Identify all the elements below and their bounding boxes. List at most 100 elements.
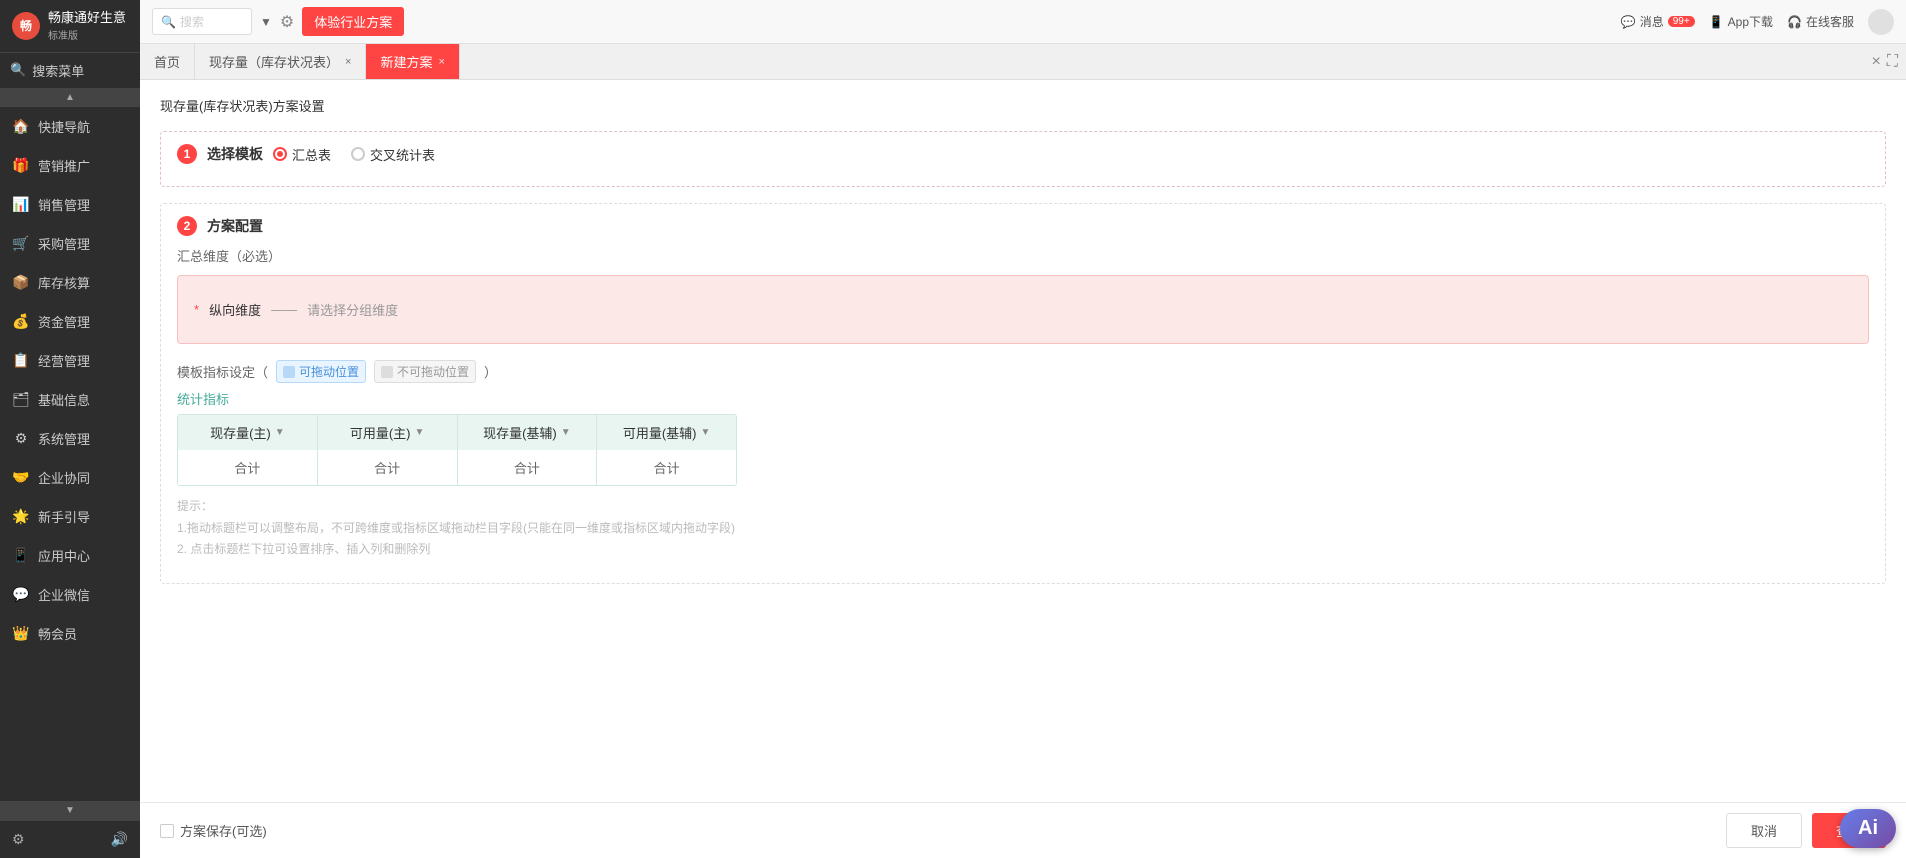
- stats-col-2-dropdown-icon[interactable]: ▼: [415, 427, 425, 438]
- sidebar-item-label: 库存核算: [38, 273, 90, 292]
- stats-col-1-dropdown-icon[interactable]: ▼: [275, 427, 285, 438]
- sidebar-item-finance[interactable]: 💰 资金管理: [0, 302, 140, 341]
- stats-col-2-label: 可用量(主): [350, 423, 411, 442]
- sidebar-item-label: 基础信息: [38, 390, 90, 409]
- tab-new-scheme[interactable]: 新建方案 ×: [366, 44, 459, 79]
- sidebar-item-basic[interactable]: 🗂 基础信息: [0, 380, 140, 419]
- sidebar-item-label: 系统管理: [38, 429, 90, 448]
- phone-icon: 📱: [12, 546, 30, 564]
- tab-new-scheme-close-icon[interactable]: ×: [438, 56, 444, 68]
- tip1: 1.拖动标题栏可以调整布局，不可跨维度或指标区域拖动栏目字段(只能在同一维度或指…: [177, 518, 1869, 540]
- sidebar: 畅 畅康通好生意 标准版 🔍 搜索菜单 ▲ 🏠 快捷导航 🎁 营销推广 📊 销售…: [0, 0, 140, 858]
- gift-icon: 🎁: [12, 156, 30, 174]
- dimension-box[interactable]: * 纵向维度 —— 请选择分组维度: [177, 275, 1869, 344]
- indicator-suffix: ）: [484, 362, 497, 381]
- tips-section: 提示： 1.拖动标题栏可以调整布局，不可跨维度或指标区域拖动栏目字段(只能在同一…: [177, 496, 1869, 561]
- radio-cross-label: 交叉统计表: [370, 145, 435, 164]
- tab-home[interactable]: 首页: [140, 44, 195, 79]
- topbar-dropdown-button[interactable]: ▼: [260, 15, 272, 29]
- sidebar-item-label: 营销推广: [38, 156, 90, 175]
- topbar-app-download[interactable]: 📱 App下载: [1709, 13, 1773, 30]
- sidebar-item-operations[interactable]: 📋 经营管理: [0, 341, 140, 380]
- sidebar-item-marketing[interactable]: 🎁 营销推广: [0, 146, 140, 185]
- dimension-section-label: 汇总维度（必选）: [177, 246, 1869, 265]
- tab-expand-button[interactable]: ⛶: [1887, 53, 1898, 71]
- folder-icon: 🗂: [12, 390, 30, 408]
- tab-inventory-close-icon[interactable]: ×: [345, 56, 351, 68]
- clipboard-icon: 📋: [12, 351, 30, 369]
- sidebar-search[interactable]: 🔍 搜索菜单: [0, 53, 140, 88]
- step1-badge: 1: [177, 144, 197, 164]
- stats-table: 现存量(主) ▼ 可用量(主) ▼ 现存量(基辅) ▼: [177, 414, 737, 486]
- sidebar-item-label: 经营管理: [38, 351, 90, 370]
- sidebar-item-enterprise[interactable]: 🤝 企业协同: [0, 458, 140, 497]
- tip2: 2. 点击标题栏下拉可设置排序、插入列和删除列: [177, 539, 1869, 561]
- app-download-label: App下载: [1728, 13, 1773, 30]
- sidebar-logo: 畅 畅康通好生意 标准版: [0, 0, 140, 53]
- stats-section: 统计指标 现存量(主) ▼ 可用量(主) ▼: [177, 389, 1869, 486]
- sidebar-item-label: 企业微信: [38, 585, 90, 604]
- message-icon: 💬: [1621, 15, 1636, 29]
- step2-header: 2 方案配置: [177, 216, 1869, 236]
- step1-section: 1 选择模板 汇总表 交叉统计表: [160, 131, 1886, 187]
- sidebar-scroll-up[interactable]: ▲: [0, 88, 140, 107]
- sidebar-item-label: 快捷导航: [38, 117, 90, 136]
- box-icon: 📦: [12, 273, 30, 291]
- sidebar-item-member[interactable]: 👑 畅会员: [0, 614, 140, 653]
- topbar-search-placeholder: 搜索: [180, 13, 204, 30]
- step1-title: 选择模板: [207, 144, 263, 164]
- stats-col-3-sub: 合计: [514, 458, 540, 477]
- indicator-fixed-label: 不可拖动位置: [397, 363, 469, 380]
- tab-collapse-button[interactable]: ×: [1871, 53, 1880, 71]
- footer-settings-icon[interactable]: ⚙: [12, 831, 25, 848]
- chart-icon: 📊: [12, 195, 30, 213]
- radio-summary[interactable]: 汇总表: [273, 145, 331, 164]
- topbar-gear-icon[interactable]: ⚙: [280, 12, 294, 32]
- step2-title: 方案配置: [207, 216, 263, 236]
- sidebar-item-appcenter[interactable]: 📱 应用中心: [0, 536, 140, 575]
- stats-col-header-3[interactable]: 现存量(基辅) ▼: [458, 415, 598, 450]
- topbar-search-box[interactable]: 🔍 搜索: [152, 8, 252, 35]
- sidebar-item-inventory[interactable]: 📦 库存核算: [0, 263, 140, 302]
- stats-col-3-dropdown-icon[interactable]: ▼: [561, 427, 571, 438]
- crown-icon: 👑: [12, 624, 30, 642]
- cancel-button[interactable]: 取消: [1726, 813, 1802, 848]
- chat-icon: 💬: [12, 585, 30, 603]
- save-checkbox[interactable]: [160, 824, 174, 838]
- sidebar-item-wechat[interactable]: 💬 企业微信: [0, 575, 140, 614]
- stats-col-3-label: 现存量(基辅): [483, 423, 557, 442]
- sidebar-item-label: 资金管理: [38, 312, 90, 331]
- stats-col-4-dropdown-icon[interactable]: ▼: [701, 427, 711, 438]
- bottom-bar: 方案保存(可选) 取消 查询: [140, 802, 1906, 858]
- user-avatar[interactable]: [1868, 9, 1894, 35]
- tabs-actions: × ⛶: [1871, 53, 1906, 71]
- stats-col-4-sub: 合计: [654, 458, 680, 477]
- ai-fab-button[interactable]: Ai: [1840, 809, 1896, 848]
- content-wrapper: 现存量(库存状况表)方案设置 1 选择模板 汇总表 交叉统计表: [140, 80, 1906, 858]
- cart-icon: 🛒: [12, 234, 30, 252]
- logo-name: 畅康通好生意: [48, 10, 126, 27]
- sidebar-scroll-down[interactable]: ▼: [0, 801, 140, 820]
- search-icon: 🔍: [10, 62, 26, 78]
- footer-audio-icon[interactable]: 🔊: [111, 831, 128, 848]
- tab-inventory-status[interactable]: 现存量（库存状况表） ×: [195, 44, 366, 79]
- sidebar-item-label: 企业协同: [38, 468, 90, 487]
- radio-summary-dot: [273, 147, 287, 161]
- sidebar-item-newguide[interactable]: 🌟 新手引导: [0, 497, 140, 536]
- fixed-color-swatch: [381, 366, 393, 378]
- stats-col-header-2[interactable]: 可用量(主) ▼: [318, 415, 458, 450]
- sidebar-item-system[interactable]: ⚙ 系统管理: [0, 419, 140, 458]
- dimension-field-label: 纵向维度: [209, 300, 261, 319]
- radio-cross[interactable]: 交叉统计表: [351, 145, 435, 164]
- dimension-dash: ——: [271, 302, 297, 317]
- money-icon: 💰: [12, 312, 30, 330]
- save-option[interactable]: 方案保存(可选): [160, 821, 267, 840]
- stats-col-header-1[interactable]: 现存量(主) ▼: [178, 415, 318, 450]
- topbar-online-service[interactable]: 🎧 在线客服: [1787, 13, 1854, 30]
- topbar-messages[interactable]: 💬 消息 99+: [1621, 13, 1695, 30]
- sidebar-item-sales[interactable]: 📊 销售管理: [0, 185, 140, 224]
- sidebar-item-quicknav[interactable]: 🏠 快捷导航: [0, 107, 140, 146]
- topbar-industry-button[interactable]: 体验行业方案: [302, 7, 404, 36]
- sidebar-item-purchase[interactable]: 🛒 采购管理: [0, 224, 140, 263]
- stats-col-header-4[interactable]: 可用量(基辅) ▼: [597, 415, 736, 450]
